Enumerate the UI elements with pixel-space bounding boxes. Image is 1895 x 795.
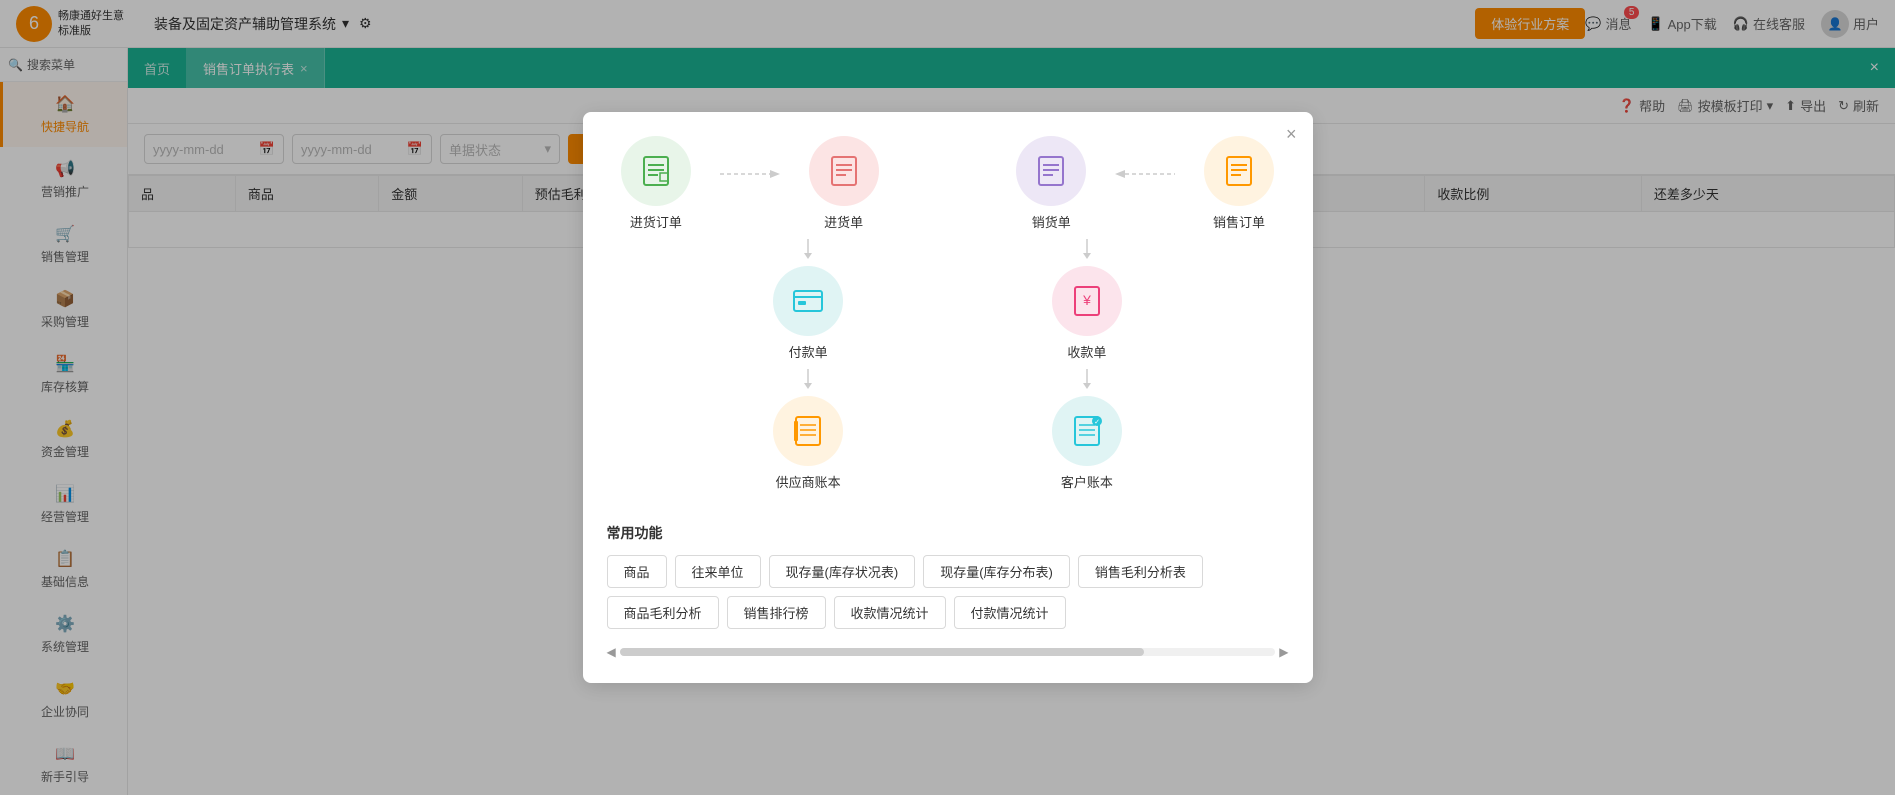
receipt-bill-circle: ¥ bbox=[1052, 266, 1122, 336]
flow-row-3: 供应商账本 ✓ 客户账本 bbox=[607, 396, 1289, 491]
modal-overlay[interactable]: × 进货订单 bbox=[0, 0, 1895, 795]
scrollbar-thumb[interactable] bbox=[620, 648, 1144, 656]
flow-item-purchase-bill[interactable]: 进货单 bbox=[809, 136, 879, 231]
flow-item-sales-bill[interactable]: 销货单 bbox=[1016, 136, 1086, 231]
arrow-left-1 bbox=[1115, 166, 1175, 182]
func-btn-payment-stats[interactable]: 付款情况统计 bbox=[954, 596, 1066, 629]
flow-item-sales-order[interactable]: 销售订单 bbox=[1204, 136, 1274, 231]
flow-row-arrows-2 bbox=[607, 369, 1289, 392]
svg-text:¥: ¥ bbox=[1082, 292, 1091, 308]
flow-item-payment-bill[interactable]: 付款单 bbox=[773, 266, 843, 361]
flow-item-supplier-ledger[interactable]: 供应商账本 bbox=[773, 396, 843, 491]
down-arrow-sales bbox=[1052, 239, 1122, 262]
purchase-order-label: 进货订单 bbox=[630, 212, 682, 231]
supplier-ledger-label: 供应商账本 bbox=[776, 472, 841, 491]
flow-item-purchase-order[interactable]: 进货订单 bbox=[621, 136, 691, 231]
purchase-bill-circle bbox=[809, 136, 879, 206]
modal-close-btn[interactable]: × bbox=[1286, 124, 1297, 145]
modal: × 进货订单 bbox=[583, 112, 1313, 683]
supplier-ledger-circle bbox=[773, 396, 843, 466]
down-arrow-payment bbox=[773, 369, 843, 392]
payment-bill-label: 付款单 bbox=[789, 342, 828, 361]
scroll-left-btn[interactable]: ◀ bbox=[607, 645, 616, 659]
payment-bill-circle bbox=[773, 266, 843, 336]
func-btn-receipt-stats[interactable]: 收款情况统计 bbox=[834, 596, 946, 629]
func-btn-stock-status[interactable]: 现存量(库存状况表) bbox=[769, 555, 916, 588]
purchase-bill-label: 进货单 bbox=[824, 212, 863, 231]
flow-row-1: 进货订单 进货单 bbox=[607, 136, 1289, 231]
common-functions-title: 常用功能 bbox=[607, 523, 1289, 543]
customer-ledger-label: 客户账本 bbox=[1061, 472, 1113, 491]
modal-scrollbar: ◀ ▶ bbox=[607, 645, 1289, 659]
customer-ledger-circle: ✓ bbox=[1052, 396, 1122, 466]
flow-diagram: 进货订单 进货单 bbox=[607, 136, 1289, 507]
func-btn-stock-dist[interactable]: 现存量(库存分布表) bbox=[923, 555, 1070, 588]
func-btn-product-profit[interactable]: 商品毛利分析 bbox=[607, 596, 719, 629]
receipt-bill-label: 收款单 bbox=[1067, 342, 1106, 361]
common-functions: 常用功能 商品 往来单位 现存量(库存状况表) 现存量(库存分布表) 销售毛利分… bbox=[607, 523, 1289, 629]
arrow-right-1 bbox=[720, 166, 780, 182]
svg-text:✓: ✓ bbox=[1094, 419, 1100, 426]
func-btn-units[interactable]: 往来单位 bbox=[675, 555, 761, 588]
down-arrow-purchase bbox=[773, 239, 843, 262]
scrollbar-track[interactable] bbox=[620, 648, 1276, 656]
flow-item-receipt-bill[interactable]: ¥ 收款单 bbox=[1052, 266, 1122, 361]
func-btn-sales-rank[interactable]: 销售排行榜 bbox=[727, 596, 826, 629]
purchase-order-circle bbox=[621, 136, 691, 206]
sales-order-circle bbox=[1204, 136, 1274, 206]
flow-row-arrows bbox=[607, 239, 1289, 262]
scroll-right-btn[interactable]: ▶ bbox=[1279, 645, 1288, 659]
sales-bill-label: 销货单 bbox=[1032, 212, 1071, 231]
sales-bill-circle bbox=[1016, 136, 1086, 206]
flow-item-customer-ledger[interactable]: ✓ 客户账本 bbox=[1052, 396, 1122, 491]
flow-row-2: 付款单 ¥ 收款单 bbox=[607, 266, 1289, 361]
down-arrow-receipt bbox=[1052, 369, 1122, 392]
func-buttons: 商品 往来单位 现存量(库存状况表) 现存量(库存分布表) 销售毛利分析表 商品… bbox=[607, 555, 1289, 629]
func-btn-sales-profit[interactable]: 销售毛利分析表 bbox=[1078, 555, 1203, 588]
sales-order-label: 销售订单 bbox=[1213, 212, 1265, 231]
func-btn-product[interactable]: 商品 bbox=[607, 555, 667, 588]
